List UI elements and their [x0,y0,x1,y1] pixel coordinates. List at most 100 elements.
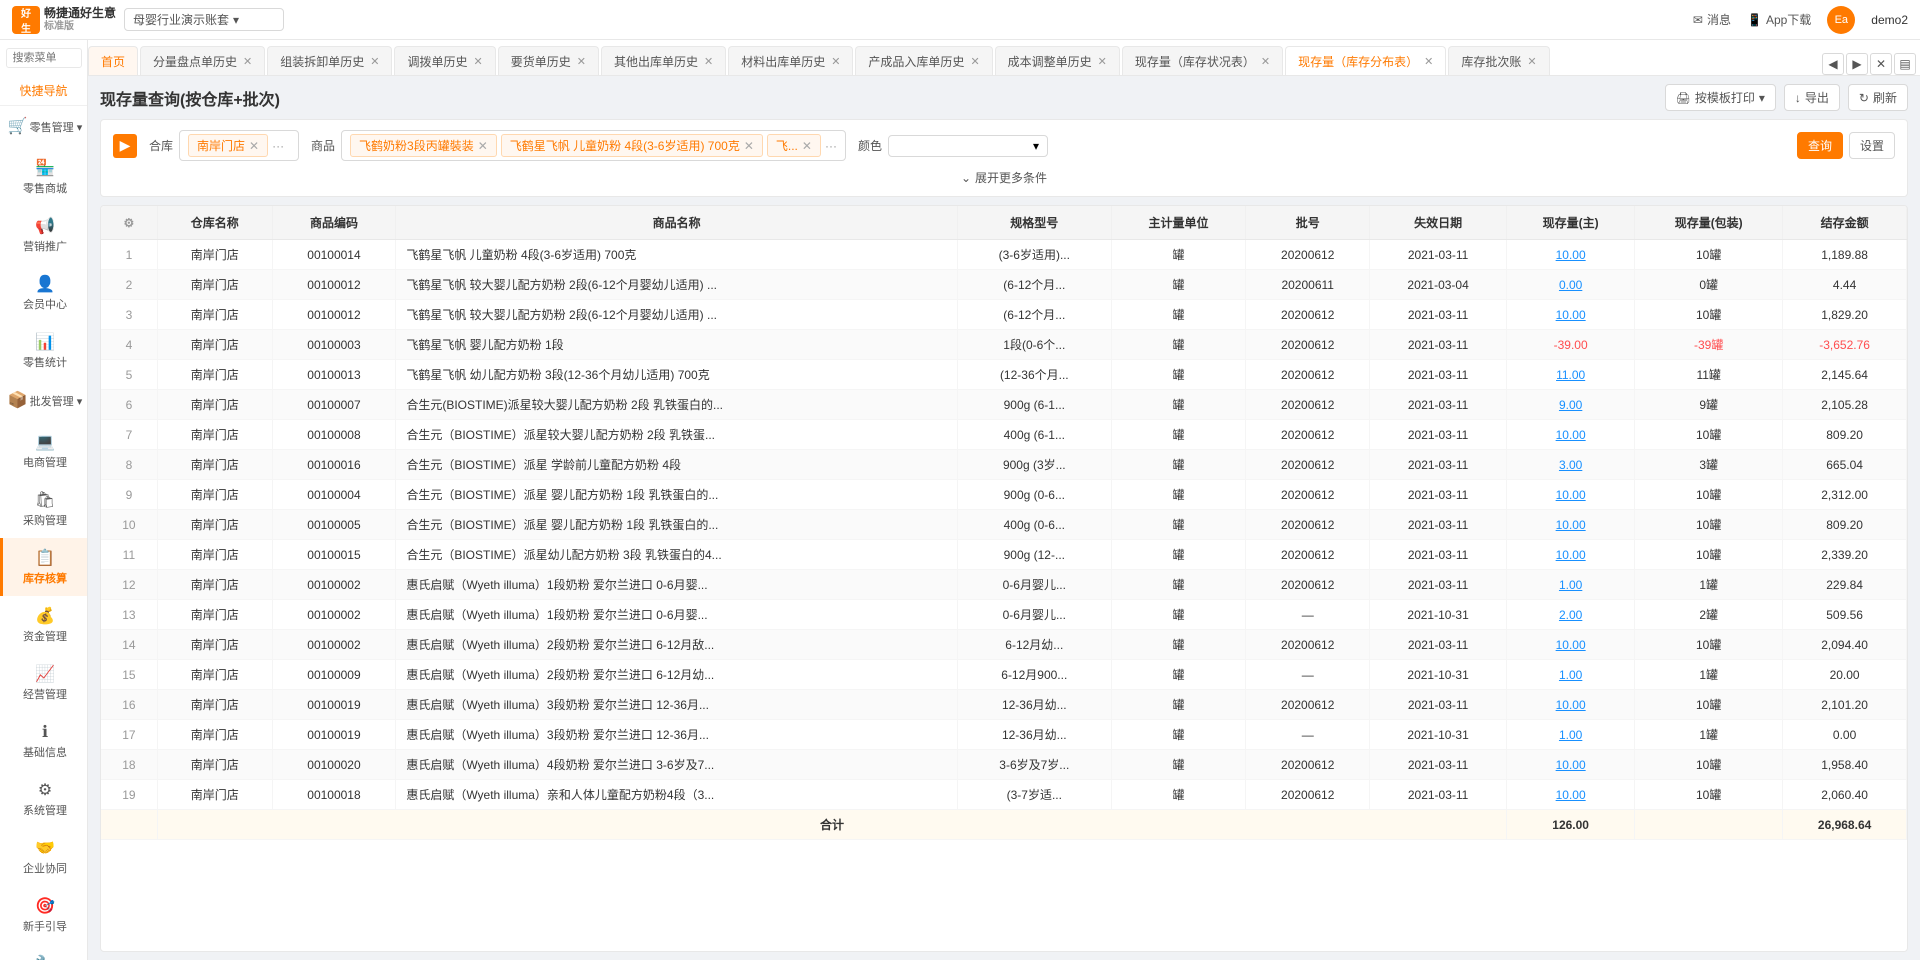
refresh-icon: ↻ [1859,91,1869,105]
cell-8-1: 南岸门店 [157,480,272,510]
tab-9[interactable]: 现存量（库存状况表）✕ [1122,46,1283,75]
cell-0-6: 20200612 [1246,240,1370,270]
sidebar-item-4[interactable]: 📊零售统计 [0,322,87,380]
settings-icon[interactable]: ⚙ [124,216,135,230]
col-header-7: 失效日期 [1370,206,1507,240]
table-row: 14南岸门店00100002惠氏启赋（Wyeth illuma）2段奶粉 爱尔兰… [101,630,1907,660]
col-header-6: 批号 [1246,206,1370,240]
cell-2-2: 00100012 [272,300,396,330]
tab-close-icon[interactable]: ✕ [474,55,483,68]
tab-close-icon[interactable]: ✕ [831,55,840,68]
expand-btn[interactable]: ⌄ 展开更多条件 [961,169,1047,186]
tab-4[interactable]: 要货单历史✕ [498,46,599,75]
product-tag-1-close[interactable]: ✕ [478,139,488,153]
tab-6[interactable]: 材料出库单历史✕ [728,46,853,75]
sidebar-item-9[interactable]: 💰资金管理 [0,596,87,654]
sidebar-item-3[interactable]: 👤会员中心 [0,264,87,322]
export-btn[interactable]: ↓ 导出 [1784,84,1840,111]
sidebar-item-15[interactable]: 🔧应用中心 [0,944,87,960]
username[interactable]: demo2 [1871,13,1908,27]
col-header-3: 商品名称 [396,206,958,240]
sidebar-search-area [0,40,87,76]
tab-close-icon[interactable]: ✕ [1424,55,1433,68]
tab-7[interactable]: 产成品入库单历史✕ [855,46,992,75]
cell-2-9: 10罐 [1635,300,1783,330]
tab-10[interactable]: 现存量（库存分布表）✕ [1285,46,1446,75]
store-selector[interactable]: 母婴行业演示账套 ▾ [124,8,284,31]
filter-color-select[interactable]: ▾ [888,135,1048,157]
cell-13-3: 惠氏启赋（Wyeth illuma）2段奶粉 爱尔兰进口 6-12月敌... [396,630,958,660]
cell-10-7: 2021-03-11 [1370,540,1507,570]
tab-close-btn[interactable]: ✕ [1870,53,1892,75]
sidebar-item-1[interactable]: 🏪零售商城 [0,148,87,206]
app-download-btn[interactable]: 📱 App下载 [1747,11,1811,28]
cell-13-6: 20200612 [1246,630,1370,660]
table-total-row: 合计126.0026,968.64 [101,810,1907,840]
filter-product-input[interactable]: 飞鹤奶粉3段丙罐裝装 ✕ 飞鹤星飞帆 儿童奶粉 4段(3-6岁适用) 700克 … [341,130,846,161]
cell-15-8: 10.00 [1507,690,1635,720]
cell-18-1: 南岸门店 [157,780,272,810]
message-btn[interactable]: ✉ 消息 [1693,11,1731,28]
tab-close-icon[interactable]: ✕ [970,55,979,68]
refresh-btn[interactable]: ↻ 刷新 [1848,84,1908,111]
query-btn[interactable]: 查询 [1797,132,1843,159]
tab-11[interactable]: 库存批次账✕ [1448,46,1549,75]
sidebar-item-12[interactable]: ⚙系统管理 [0,770,87,828]
sidebar-item-7[interactable]: 🛍采购管理 [0,480,87,538]
chevron-down-icon: ▾ [1033,139,1039,153]
sidebar-item-14[interactable]: 🎯新手引导 [0,886,87,944]
cell-0-5: 罐 [1111,240,1246,270]
print-btn[interactable]: 🖨 按模板打印 ▾ [1665,84,1776,111]
table-wrap: ⚙仓库名称商品编码商品名称规格型号主计量单位批号失效日期现存量(主)现存量(包装… [100,205,1908,952]
filter-warehouse-group: 合库 南岸门店 ✕ ··· [149,130,299,161]
quick-nav[interactable]: 快捷导航 [0,76,87,106]
cell-16-10: 0.00 [1783,720,1907,750]
sidebar-item-11[interactable]: ℹ基础信息 [0,712,87,770]
tab-2[interactable]: 组装拆卸单历史✕ [267,46,392,75]
avatar[interactable]: Ea [1827,6,1855,34]
product-tag-3-close[interactable]: ✕ [802,139,812,153]
search-input[interactable] [6,48,82,68]
tab-8[interactable]: 成本调整单历史✕ [995,46,1120,75]
tab-close-icon[interactable]: ✕ [243,55,252,68]
tab-close-icon[interactable]: ✕ [704,55,713,68]
tab-next-btn[interactable]: ▶ [1846,53,1868,75]
cell-11-2: 00100002 [272,570,396,600]
tab-close-icon[interactable]: ✕ [1527,55,1536,68]
tab-close-icon[interactable]: ✕ [370,55,379,68]
table-row: 7南岸门店00100008合生元（BIOSTIME）派星较大婴儿配方奶粉 2段 … [101,420,1907,450]
cell-7-1: 南岸门店 [157,450,272,480]
tab-1[interactable]: 分量盘点单历史✕ [140,46,265,75]
sidebar-item-0[interactable]: 🛒零售管理 ▾ [0,106,87,148]
tab-close-icon[interactable]: ✕ [1261,55,1270,68]
filter-warehouse-more[interactable]: ··· [272,139,284,153]
tab-close-icon[interactable]: ✕ [577,55,586,68]
sidebar-item-13[interactable]: 🤝企业协同 [0,828,87,886]
sidebar-item-8[interactable]: 📋库存核算 [0,538,87,596]
cell-1-9: 0罐 [1635,270,1783,300]
sidebar-item-2[interactable]: 📢营销推广 [0,206,87,264]
tab-0[interactable]: 首页 [88,46,138,75]
tab-3[interactable]: 调拨单历史✕ [394,46,495,75]
table-header-row: ⚙仓库名称商品编码商品名称规格型号主计量单位批号失效日期现存量(主)现存量(包装… [101,206,1907,240]
filter-collapse-btn[interactable]: ▶ [113,134,137,158]
col-header-2: 商品编码 [272,206,396,240]
tab-menu-btn[interactable]: ▤ [1894,53,1916,75]
cell-4-7: 2021-03-11 [1370,360,1507,390]
cell-11-9: 1罐 [1635,570,1783,600]
tab-prev-btn[interactable]: ◀ [1822,53,1844,75]
filter-product-more[interactable]: ··· [825,139,837,153]
warehouse-tag-close[interactable]: ✕ [249,139,259,153]
cell-3-9: -39罐 [1635,330,1783,360]
sidebar-item-5[interactable]: 📦批发管理 ▾ [0,380,87,422]
product-tag-1: 飞鹤奶粉3段丙罐裝装 ✕ [350,134,497,157]
sidebar-item-6[interactable]: 💻电商管理 [0,422,87,480]
product-tag-2-close[interactable]: ✕ [744,139,754,153]
filter-warehouse-input[interactable]: 南岸门店 ✕ ··· [179,130,299,161]
setting-btn[interactable]: 设置 [1849,132,1895,159]
tab-5[interactable]: 其他出库单历史✕ [601,46,726,75]
cell-17-8: 10.00 [1507,750,1635,780]
tab-close-icon[interactable]: ✕ [1098,55,1107,68]
sidebar-item-10[interactable]: 📈经营管理 [0,654,87,712]
cell-0-3: 飞鹤星飞帆 儿童奶粉 4段(3-6岁适用) 700克 [396,240,958,270]
